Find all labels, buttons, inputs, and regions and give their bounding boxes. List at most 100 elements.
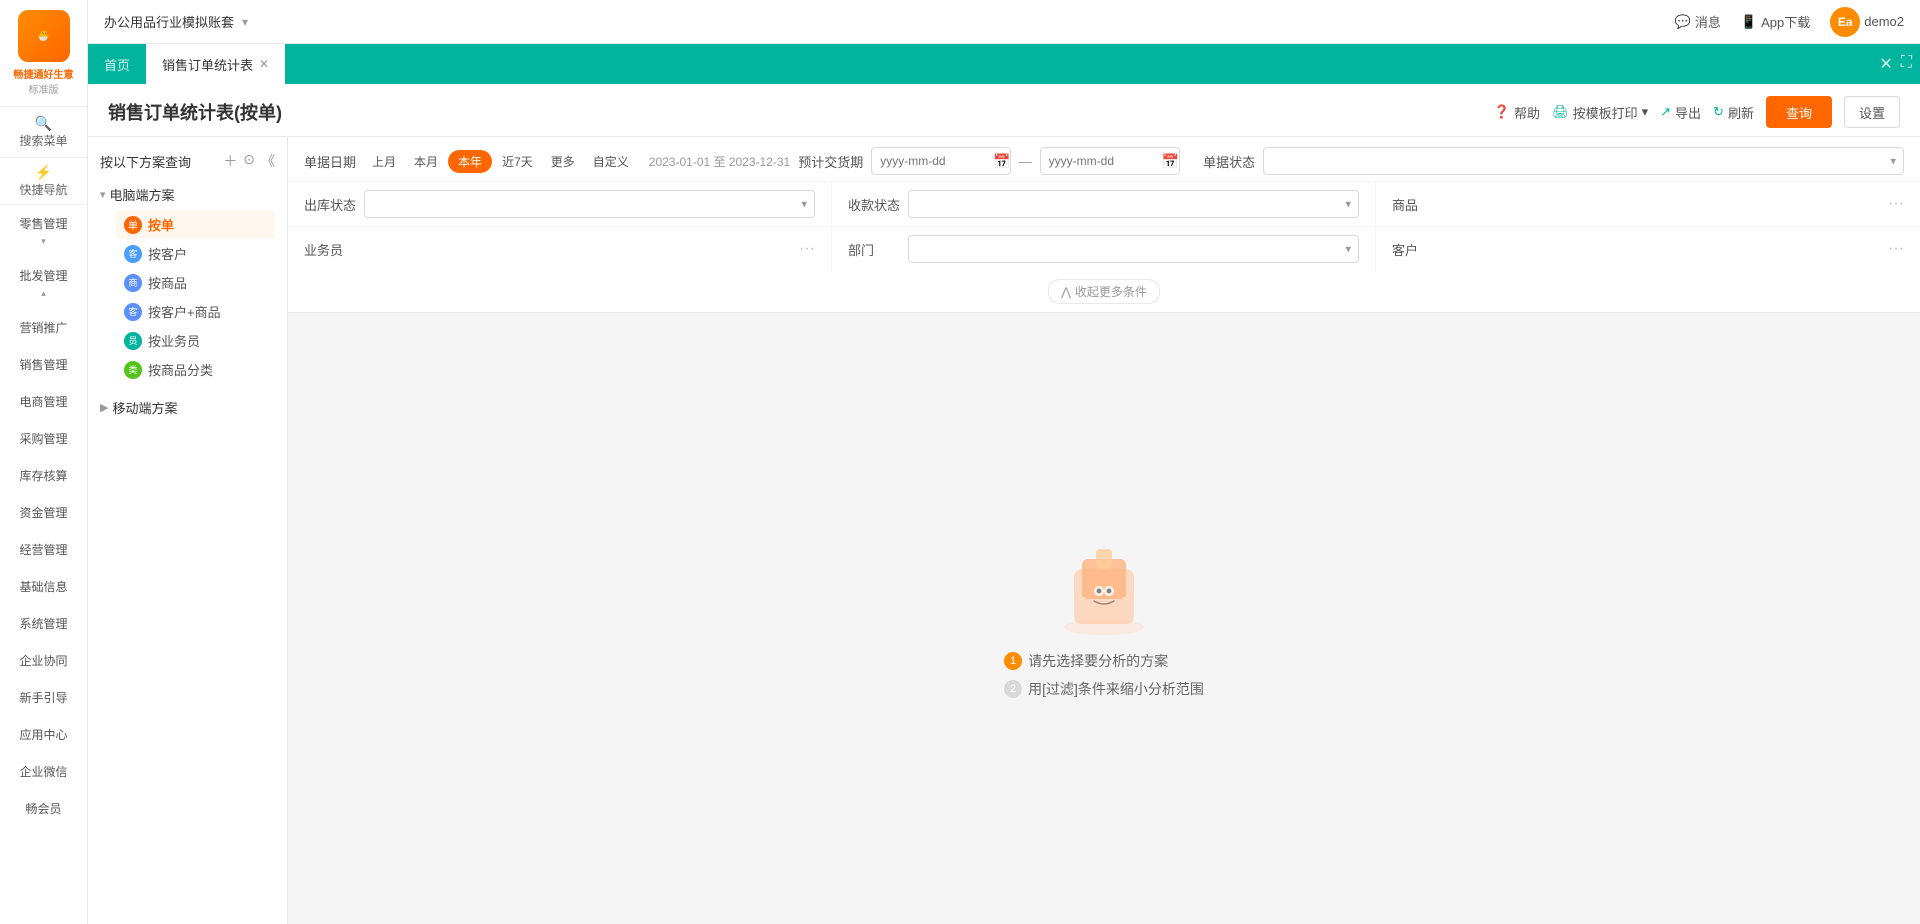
mobile-category-arrow: ▶	[100, 401, 108, 414]
customer-dots[interactable]: ···	[1888, 240, 1904, 258]
desktop-category: ▾ 电脑端方案 单 按单 客 按客户 商	[88, 177, 287, 390]
scheme-item-by-category[interactable]: 类 按商品分类	[116, 355, 275, 384]
empty-tip-2: 2 用[过滤]条件来缩小分析范围	[1004, 679, 1204, 699]
top-header-left: 办公用品行业模拟账套 ▾	[104, 12, 248, 31]
predicted-delivery-calendar-start[interactable]: 📅	[993, 153, 1010, 170]
help-button[interactable]: ❓ 帮助	[1494, 103, 1540, 122]
date-range-text: 2023-01-01 至 2023-12-31	[649, 153, 790, 170]
tab-close-window-icon[interactable]: ✕	[1879, 54, 1892, 74]
message-label: 消息	[1695, 12, 1721, 31]
settings-scheme-icon[interactable]: ⊙	[243, 151, 255, 171]
filter-cell-department: 部门 ▾	[832, 227, 1376, 271]
predicted-delivery-start[interactable]	[871, 147, 1011, 175]
sidebar-item-corp-wechat[interactable]: 企业微信	[0, 753, 87, 790]
refresh-icon: ↻	[1713, 104, 1724, 120]
sidebar-item-operations[interactable]: 经营管理	[0, 531, 87, 568]
date-btn-this-month[interactable]: 本月	[406, 150, 446, 173]
app-download-button[interactable]: 📱 App下载	[1741, 12, 1810, 31]
collapse-button[interactable]: ⋀ 收起更多条件	[1048, 279, 1160, 304]
sidebar-item-retail[interactable]: 零售管理 ▾	[0, 205, 87, 257]
collapse-label: 收起更多条件	[1075, 283, 1147, 300]
scheme-label-by-product: 按商品	[148, 273, 187, 292]
scheme-label-by-customer-product: 按客户+商品	[148, 302, 221, 321]
scheme-item-by-salesperson[interactable]: 员 按业务员	[116, 326, 275, 355]
logo-icon: 🐣	[37, 31, 49, 42]
empty-illustration	[1044, 539, 1164, 639]
search-menu-item[interactable]: 🔍 搜索菜单	[0, 107, 87, 158]
quick-nav-item[interactable]: ⚡ 快捷导航	[0, 158, 87, 205]
salesperson-label: 业务员	[304, 240, 356, 259]
date-label: 单据日期	[304, 152, 356, 171]
scheme-label-by-customer: 按客户	[148, 244, 187, 263]
filter-cell-product: 商品 ···	[1376, 182, 1920, 226]
desktop-category-label: 电脑端方案	[110, 185, 175, 204]
search-menu-label: 搜索菜单	[19, 134, 67, 148]
sidebar-item-wholesale[interactable]: 批发管理 ▴	[0, 257, 87, 309]
sidebar-item-system[interactable]: 系统管理	[0, 605, 87, 642]
scheme-item-by-customer-product[interactable]: 客 按客户+商品	[116, 297, 275, 326]
scheme-item-by-product[interactable]: 商 按商品	[116, 268, 275, 297]
product-dots[interactable]: ···	[1888, 195, 1904, 213]
help-icon: ❓	[1494, 104, 1510, 120]
receipt-status-select-wrap: ▾	[908, 190, 1359, 218]
sidebar-item-app-center[interactable]: 应用中心	[0, 716, 87, 753]
tab-expand-icon[interactable]: ⛶	[1901, 54, 1912, 74]
mobile-category-header[interactable]: ▶ 移动端方案	[100, 394, 275, 421]
single-status-section: 单据状态 ▾	[1203, 147, 1904, 175]
out-status-label: 出库状态	[304, 195, 356, 214]
out-status-select[interactable]	[364, 190, 815, 218]
scheme-item-by-order[interactable]: 单 按单	[116, 210, 275, 239]
sidebar-item-basic[interactable]: 基础信息	[0, 568, 87, 605]
tab-close-icon[interactable]: ✕	[259, 57, 269, 71]
salesperson-dots[interactable]: ···	[799, 240, 815, 258]
sidebar-item-vip[interactable]: 畅会员	[0, 790, 87, 827]
out-status-select-wrap: ▾	[364, 190, 815, 218]
sidebar-menu-items: 零售管理 ▾ 批发管理 ▴ 营销推广 销售管理 电商管理 采购管理 库存核算 资…	[0, 205, 87, 924]
sidebar-item-purchase[interactable]: 采购管理	[0, 420, 87, 457]
refresh-button[interactable]: ↻ 刷新	[1713, 103, 1754, 122]
logo-text: 畅捷通好生意 标准版	[8, 66, 79, 96]
sidebar-item-finance[interactable]: 资金管理	[0, 494, 87, 531]
export-button[interactable]: ↗ 导出	[1660, 103, 1701, 122]
app-title-dropdown-icon[interactable]: ▾	[242, 15, 248, 29]
add-scheme-icon[interactable]: ＋	[223, 151, 237, 171]
tab-sales-order-stats[interactable]: 销售订单统计表 ✕	[146, 44, 285, 84]
date-btn-more[interactable]: 更多	[543, 150, 583, 173]
sidebar: 🐣 畅捷通好生意 标准版 🔍 搜索菜单 ⚡ 快捷导航 零售管理 ▾ 批发管理 ▴…	[0, 0, 88, 924]
sidebar-item-new-guide[interactable]: 新手引导	[0, 679, 87, 716]
department-select[interactable]	[908, 235, 1359, 263]
predicted-delivery-label: 预计交货期	[798, 152, 863, 171]
search-button[interactable]: 查询	[1766, 96, 1832, 128]
predicted-delivery-calendar-end[interactable]: 📅	[1162, 153, 1179, 170]
filter-cell-out-status: 出库状态 ▾	[288, 182, 832, 226]
page-title: 销售订单统计表(按单)	[108, 99, 282, 125]
sidebar-item-inventory[interactable]: 库存核算	[0, 457, 87, 494]
date-btn-last-month[interactable]: 上月	[364, 150, 404, 173]
sidebar-item-sales[interactable]: 销售管理	[0, 346, 87, 383]
message-icon: 💬	[1675, 14, 1691, 30]
sidebar-item-cooperation[interactable]: 企业协同	[0, 642, 87, 679]
tab-home[interactable]: 首页	[88, 44, 146, 84]
date-btn-7days[interactable]: 近7天	[494, 150, 541, 173]
message-button[interactable]: 💬 消息	[1675, 12, 1721, 31]
date-btn-custom[interactable]: 自定义	[585, 150, 637, 173]
settings-button[interactable]: 设置	[1844, 96, 1900, 128]
user-profile[interactable]: Ea demo2	[1830, 7, 1904, 37]
scheme-icon-by-category: 类	[124, 361, 142, 379]
date-btn-this-year[interactable]: 本年	[448, 150, 492, 173]
scheme-panel-title: 按以下方案查询	[100, 152, 191, 171]
receipt-status-select[interactable]	[908, 190, 1359, 218]
filter-cell-salesperson: 业务员 ···	[288, 227, 832, 271]
single-status-select[interactable]	[1263, 147, 1904, 175]
desktop-category-header[interactable]: ▾ 电脑端方案	[100, 181, 275, 208]
sidebar-item-ecommerce[interactable]: 电商管理	[0, 383, 87, 420]
mobile-category: ▶ 移动端方案	[88, 390, 287, 425]
collapse-scheme-icon[interactable]: 《	[261, 151, 275, 171]
app-title: 办公用品行业模拟账套	[104, 12, 234, 31]
filter-row-2: 出库状态 ▾ 收款状态	[288, 182, 1920, 227]
sidebar-item-marketing[interactable]: 营销推广	[0, 309, 87, 346]
template-print-button[interactable]: 🖨 按模板打印 ▾	[1552, 103, 1648, 122]
scheme-item-by-customer[interactable]: 客 按客户	[116, 239, 275, 268]
predicted-delivery-end[interactable]	[1040, 147, 1180, 175]
top-header-right: 💬 消息 📱 App下载 Ea demo2	[1675, 7, 1904, 37]
